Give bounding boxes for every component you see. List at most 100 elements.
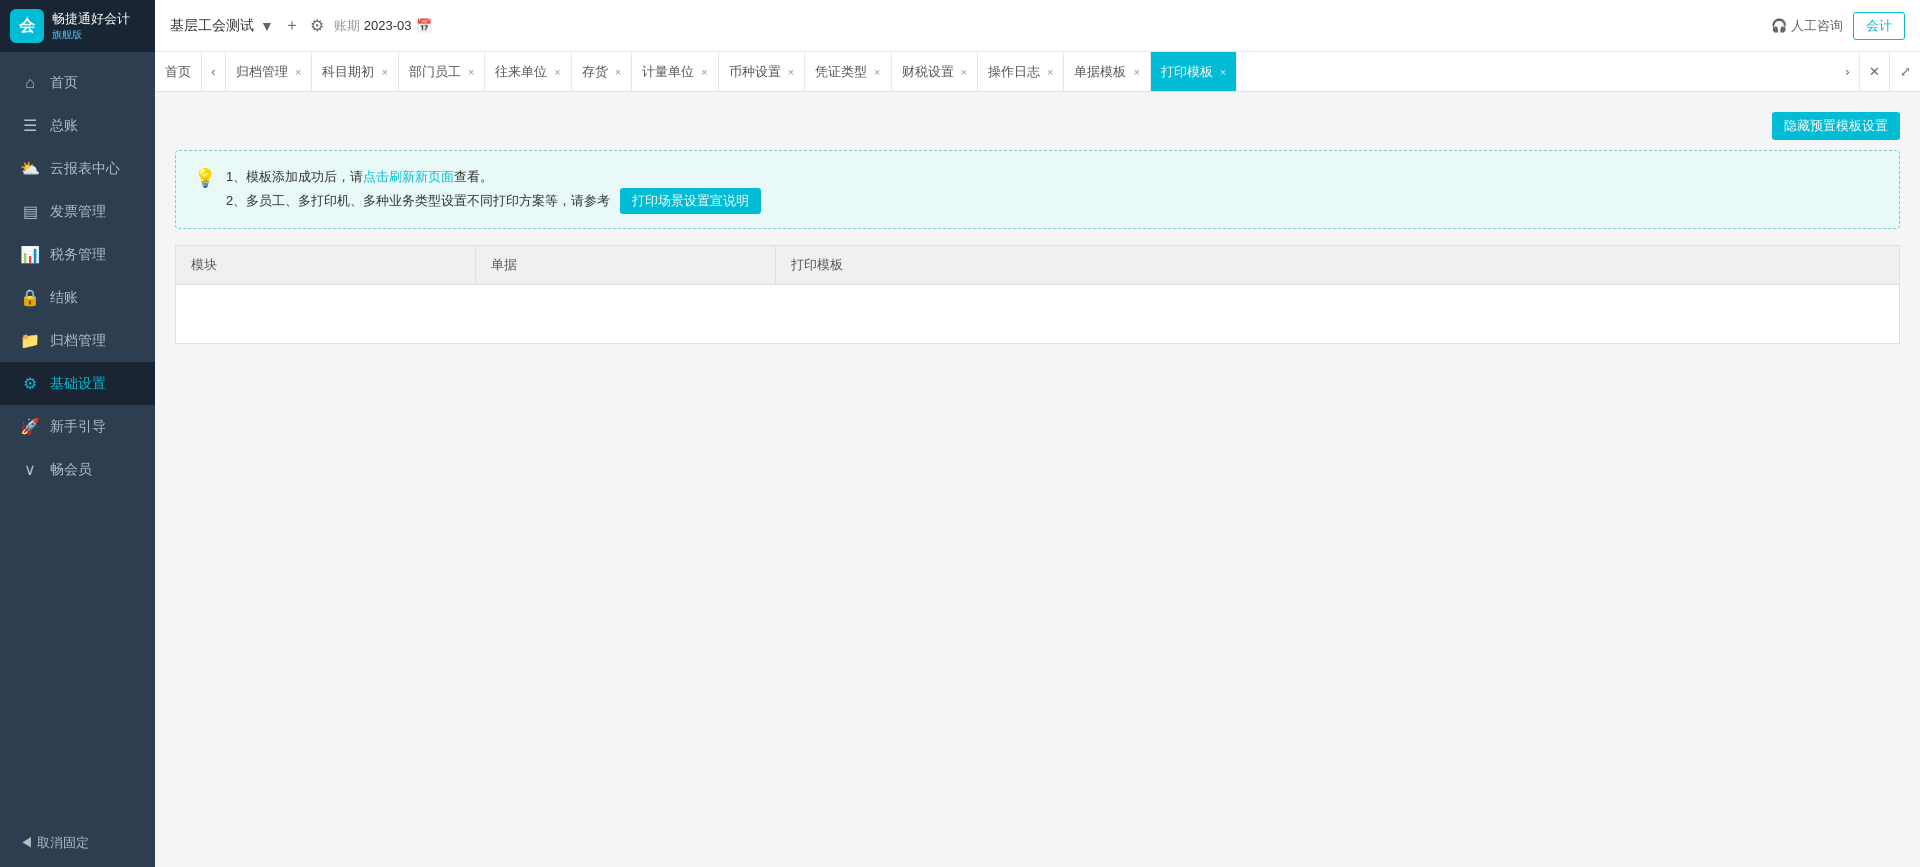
ledger-icon: ☰ (20, 116, 40, 135)
tab-close-icon[interactable]: × (381, 66, 387, 78)
period-label: 账期 (334, 17, 360, 35)
guide-icon: 🚀 (20, 417, 40, 436)
tabbar: 首页 ‹ 归档管理 × 科目期初 × 部门员工 × 往来单位 × 存货 × 计量… (155, 52, 1920, 92)
period-value: 2023-03 (364, 18, 412, 33)
info-text-block: 1、模板添加成功后，请点击刷新新页面查看。 2、多员工、多打印机、多种业务类型设… (226, 165, 761, 214)
tab-close-icon[interactable]: × (1220, 66, 1226, 78)
sidebar-item-member[interactable]: ∨ 畅会员 (0, 448, 155, 491)
archive-icon: 📁 (20, 331, 40, 350)
sidebar-item-label: 归档管理 (50, 332, 106, 350)
sidebar-logo: 会 畅捷通好会计 旗舰版 (0, 0, 155, 52)
sidebar-item-basic[interactable]: ⚙ 基础设置 (0, 362, 155, 405)
tab-close-icon[interactable]: × (295, 66, 301, 78)
sidebar-item-tax[interactable]: 📊 税务管理 (0, 233, 155, 276)
cloud-icon: ⛅ (20, 159, 40, 178)
app-logo-text: 畅捷通好会计 旗舰版 (52, 11, 130, 41)
tab-close-icon[interactable]: × (615, 66, 621, 78)
tab-close-icon[interactable]: × (1133, 66, 1139, 78)
tab-inventory[interactable]: 存货 × (572, 52, 632, 92)
hide-preview-button[interactable]: 隐藏预置模板设置 (1772, 112, 1900, 140)
tab-currency[interactable]: 币种设置 × (719, 52, 805, 92)
tab-supplier[interactable]: 往来单位 × (485, 52, 571, 92)
col-form: 单据 (476, 246, 776, 284)
tab-label: 部门员工 (409, 63, 461, 81)
tab-close-icon[interactable]: × (554, 66, 560, 78)
tab-label: 归档管理 (236, 63, 288, 81)
tab-tax-settings[interactable]: 财税设置 × (892, 52, 978, 92)
tab-label: 存货 (582, 63, 608, 81)
tab-close-icon[interactable]: × (1047, 66, 1053, 78)
calendar-icon[interactable]: 📅 (416, 18, 432, 33)
sidebar-item-ledger[interactable]: ☰ 总账 (0, 104, 155, 147)
sidebar-item-invoice[interactable]: ▤ 发票管理 (0, 190, 155, 233)
member-icon: ∨ (20, 460, 40, 479)
company-dropdown-icon[interactable]: ▼ (260, 18, 274, 34)
company-selector[interactable]: 基层工会测试 ▼ (170, 17, 274, 35)
sidebar-item-label: 总账 (50, 117, 78, 135)
sidebar-item-reports[interactable]: ⛅ 云报表中心 (0, 147, 155, 190)
print-scene-button[interactable]: 打印场景设置宣说明 (620, 188, 761, 214)
tab-close-icon[interactable]: × (468, 66, 474, 78)
tab-nav-left[interactable]: ‹ (202, 52, 226, 92)
tab-unit[interactable]: 计量单位 × (632, 52, 718, 92)
tab-dept[interactable]: 部门员工 × (399, 52, 485, 92)
content-area: 隐藏预置模板设置 💡 1、模板添加成功后，请点击刷新新页面查看。 2、多员工、多… (155, 92, 1920, 867)
col-module: 模块 (176, 246, 476, 284)
support-label: 人工咨询 (1791, 17, 1843, 35)
account-button[interactable]: 会计 (1853, 12, 1905, 40)
table-header: 模块 单据 打印模板 (175, 245, 1900, 284)
tab-close-icon[interactable]: × (961, 66, 967, 78)
tab-voucher-type[interactable]: 凭证类型 × (805, 52, 891, 92)
tab-op-log[interactable]: 操作日志 × (978, 52, 1064, 92)
tab-label: 币种设置 (729, 63, 781, 81)
tab-home[interactable]: 首页 (155, 52, 202, 92)
sidebar-item-home[interactable]: ⌂ 首页 (0, 62, 155, 104)
refresh-link[interactable]: 点击刷新新页面 (363, 169, 454, 184)
add-tab-button[interactable]: ＋ (284, 15, 300, 36)
expand-button[interactable]: ⤢ (1890, 52, 1920, 92)
tab-close-icon[interactable]: × (874, 66, 880, 78)
tab-label: 财税设置 (902, 63, 954, 81)
settings-button[interactable]: ⚙ (310, 16, 324, 35)
tab-close-icon[interactable]: × (701, 66, 707, 78)
sidebar-item-close[interactable]: 🔒 结账 (0, 276, 155, 319)
tab-label: 操作日志 (988, 63, 1040, 81)
tab-archive[interactable]: 归档管理 × (226, 52, 312, 92)
main-area: 基层工会测试 ▼ ＋ ⚙ 账期 2023-03 📅 🎧 人工咨询 会计 首页 ‹… (155, 0, 1920, 867)
tab-close-icon[interactable]: × (788, 66, 794, 78)
company-name: 基层工会测试 (170, 17, 254, 35)
period-selector[interactable]: 账期 2023-03 📅 (334, 17, 432, 35)
tax-icon: 📊 (20, 245, 40, 264)
unpin-button[interactable]: ◀ 取消固定 (0, 819, 155, 867)
col-template: 打印模板 (776, 246, 1899, 284)
home-icon: ⌂ (20, 74, 40, 92)
sidebar-item-guide[interactable]: 🚀 新手引导 (0, 405, 155, 448)
sidebar: 会 畅捷通好会计 旗舰版 ⌂ 首页 ☰ 总账 ⛅ 云报表中心 ▤ 发票管理 📊 … (0, 0, 155, 867)
tab-label: 计量单位 (642, 63, 694, 81)
table-body (175, 284, 1900, 344)
topbar-right: 🎧 人工咨询 会计 (1771, 12, 1905, 40)
sidebar-item-archive[interactable]: 📁 归档管理 (0, 319, 155, 362)
sidebar-item-label: 基础设置 (50, 375, 106, 393)
sidebar-item-label: 结账 (50, 289, 78, 307)
content-topbar: 隐藏预置模板设置 (175, 112, 1900, 140)
tab-single-form[interactable]: 单据模板 × (1064, 52, 1150, 92)
support-button[interactable]: 🎧 人工咨询 (1771, 17, 1843, 35)
tab-nav-right[interactable]: › (1836, 52, 1860, 92)
tab-label: 打印模板 (1161, 63, 1213, 81)
info-line-1: 1、模板添加成功后，请点击刷新新页面查看。 (226, 165, 761, 188)
bulb-icon: 💡 (194, 167, 216, 189)
info-box: 💡 1、模板添加成功后，请点击刷新新页面查看。 2、多员工、多打印机、多种业务类… (175, 150, 1900, 229)
sidebar-nav: ⌂ 首页 ☰ 总账 ⛅ 云报表中心 ▤ 发票管理 📊 税务管理 🔒 结账 📁 归… (0, 52, 155, 819)
tab-subject[interactable]: 科目期初 × (312, 52, 398, 92)
tab-print-template[interactable]: 打印模板 × (1151, 52, 1237, 92)
invoice-icon: ▤ (20, 202, 40, 221)
sidebar-item-label: 税务管理 (50, 246, 106, 264)
tab-label: 凭证类型 (815, 63, 867, 81)
sidebar-item-label: 发票管理 (50, 203, 106, 221)
sidebar-item-label: 新手引导 (50, 418, 106, 436)
app-logo-icon: 会 (10, 9, 44, 43)
topbar: 基层工会测试 ▼ ＋ ⚙ 账期 2023-03 📅 🎧 人工咨询 会计 (155, 0, 1920, 52)
close-all-tabs-button[interactable]: ✕ (1860, 52, 1890, 92)
info-line-2: 2、多员工、多打印机、多种业务类型设置不同打印方案等，请参考 打印场景设置宣说明 (226, 188, 761, 214)
